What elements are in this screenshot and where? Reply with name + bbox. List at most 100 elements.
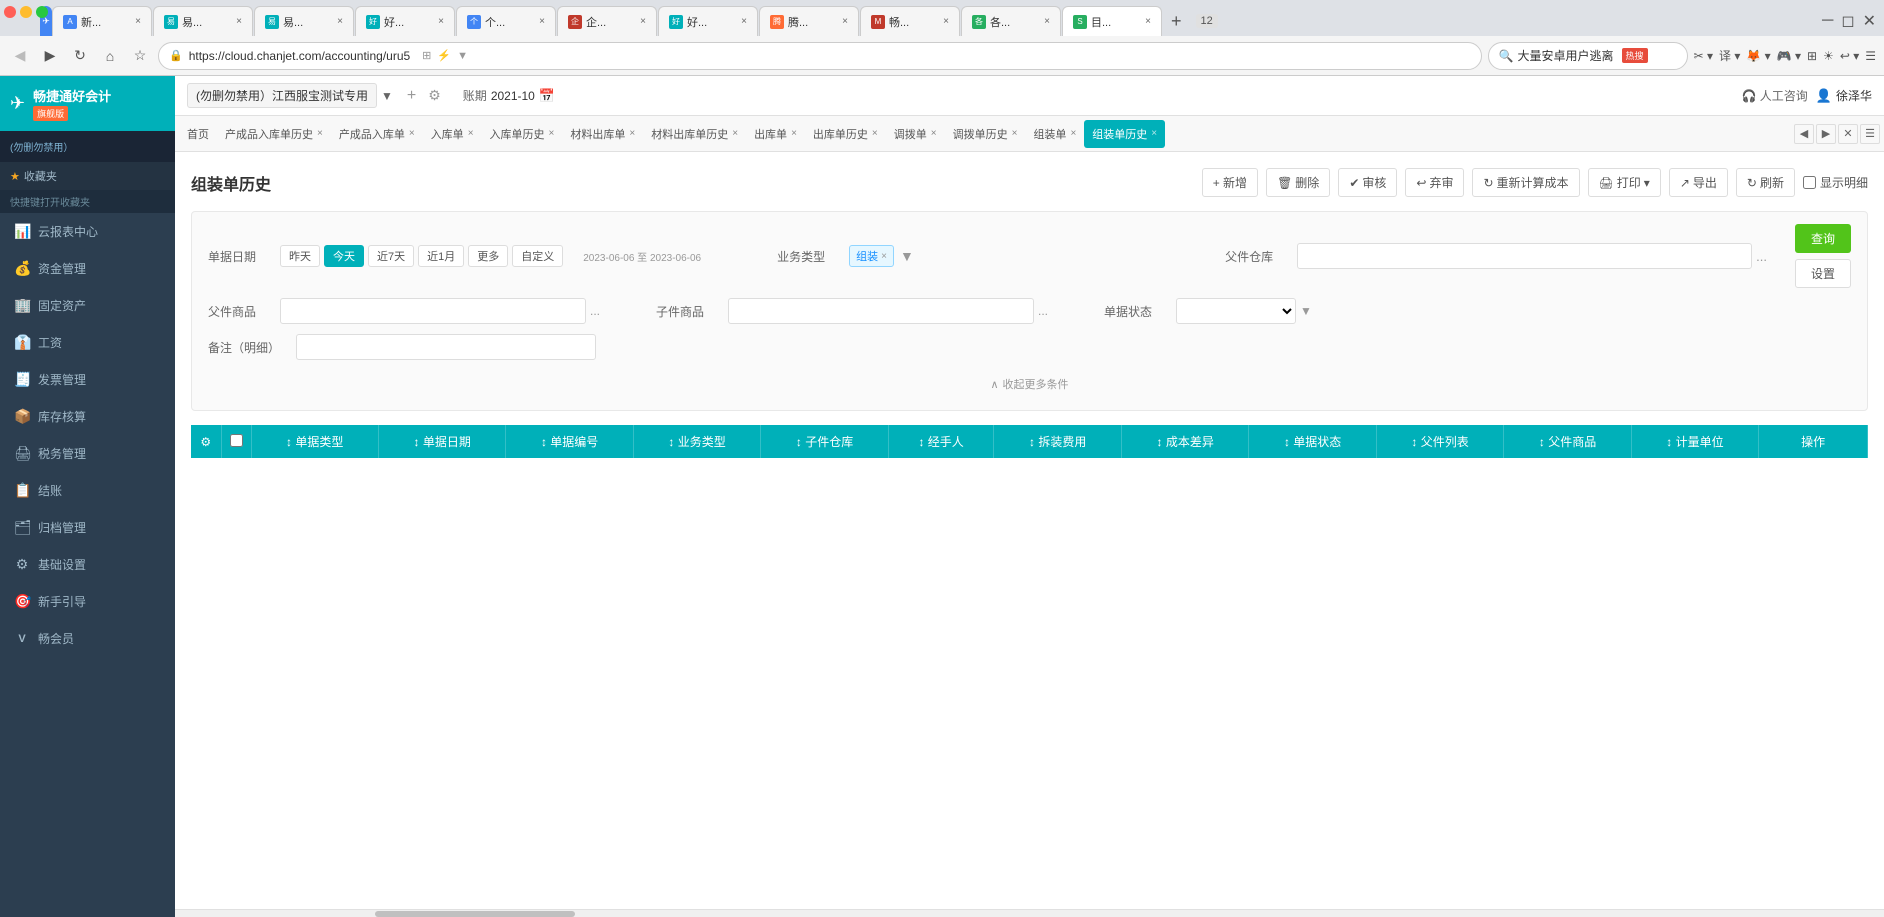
tab-prod-in-close[interactable]: × <box>409 128 415 139</box>
tab-home[interactable]: 首页 <box>179 126 217 142</box>
tab-prod-in-hist-close[interactable]: × <box>317 128 323 139</box>
sidebar-item-guide[interactable]: 🎯 新手引导 <box>0 583 175 620</box>
fox-icon[interactable]: 🦊 ▾ <box>1746 49 1770 63</box>
sidebar-item-inventory[interactable]: 📦 库存核算 <box>0 398 175 435</box>
tab-4[interactable]: 好 好... × <box>355 6 455 36</box>
sidebar-item-tax[interactable]: 🖨 税务管理 <box>0 435 175 472</box>
tab-mat-out-hist[interactable]: 材料出库单历史 × <box>643 120 746 148</box>
tab-1[interactable]: A 新... × <box>52 6 152 36</box>
th-settings[interactable]: ⚙ <box>191 425 221 458</box>
parent-warehouse-input[interactable] <box>1297 243 1752 269</box>
window-close-btn[interactable] <box>4 6 16 18</box>
sidebar-favorites[interactable]: ★ 收藏夹 <box>0 162 175 190</box>
sidebar-item-invoice[interactable]: 🧾 发票管理 <box>0 361 175 398</box>
tab-in-order[interactable]: 入库单 × <box>423 120 482 148</box>
show-detail-label[interactable]: 显示明细 <box>1803 174 1868 191</box>
sidebar-item-vip[interactable]: V 畅会员 <box>0 620 175 657</box>
sidebar-item-salary[interactable]: 👔 工资 <box>0 324 175 361</box>
tab-9-close[interactable]: × <box>943 16 949 27</box>
add-company-btn[interactable]: + <box>407 87 416 105</box>
cut-icon[interactable]: ✂ ▾ <box>1694 49 1713 63</box>
tab-in-order-close[interactable]: × <box>468 128 474 139</box>
tab-11[interactable]: S 目... × <box>1062 6 1162 36</box>
tab-3-close[interactable]: × <box>337 16 343 27</box>
tab-mat-out-hist-close[interactable]: × <box>732 128 738 139</box>
tab-out-hist-close[interactable]: × <box>872 128 878 139</box>
collapse-bar[interactable]: ∧ 收起更多条件 <box>208 370 1851 398</box>
print-btn[interactable]: 🖨 打印 ▾ <box>1588 168 1661 197</box>
tab-2-close[interactable]: × <box>236 16 242 27</box>
grid-icon[interactable]: ⊞ <box>1807 49 1817 63</box>
tab-5-close[interactable]: × <box>539 16 545 27</box>
tab-in-hist[interactable]: 入库单历史 × <box>482 120 563 148</box>
game-icon[interactable]: 🎮 ▾ <box>1777 49 1801 63</box>
sidebar-item-fund[interactable]: 💰 资金管理 <box>0 250 175 287</box>
biz-type-tag-close[interactable]: × <box>881 251 887 262</box>
status-select[interactable] <box>1176 298 1296 324</box>
address-bar[interactable]: 🔒 https://cloud.chanjet.com/accounting/u… <box>158 42 1482 70</box>
service-btn[interactable]: 🎧 人工咨询 <box>1742 87 1808 104</box>
date-btn-today[interactable]: 今天 <box>324 245 364 267</box>
settings-btn[interactable]: 设置 <box>1795 259 1851 288</box>
sidebar-item-archive[interactable]: 🗂 归档管理 <box>0 509 175 546</box>
window-minimize-btn[interactable] <box>20 6 32 18</box>
tab-assemble-hist[interactable]: 调拨单历史 × <box>945 120 1026 148</box>
tab-9[interactable]: M 畅... × <box>860 6 960 36</box>
home-btn[interactable]: ⌂ <box>98 44 122 68</box>
tab-assemble-close[interactable]: × <box>931 128 937 139</box>
tab-kit-close[interactable]: × <box>1070 128 1076 139</box>
tab-scroll-left[interactable]: ◀ <box>1794 124 1814 144</box>
tab-out-hist[interactable]: 出库单历史 × <box>805 120 886 148</box>
tab-out-order[interactable]: 出库单 × <box>746 120 805 148</box>
parent-goods-input[interactable] <box>280 298 586 324</box>
parent-goods-more[interactable]: ... <box>590 304 600 318</box>
sidebar-item-report[interactable]: 📊 云报表中心 <box>0 213 175 250</box>
add-btn[interactable]: + 新增 <box>1202 168 1258 197</box>
tab-assemble[interactable]: 调拨单 × <box>886 120 945 148</box>
settings-gear[interactable]: ⚙ <box>428 87 441 104</box>
tab-10[interactable]: 各 各... × <box>961 6 1061 36</box>
window-maximize-btn[interactable] <box>36 6 48 18</box>
abandon-btn[interactable]: ↩ 弃审 <box>1405 168 1464 197</box>
address-dropdown[interactable]: ▼ <box>457 50 468 62</box>
date-btn-7days[interactable]: 近7天 <box>368 245 414 267</box>
sidebar-item-checkout[interactable]: 📋 结账 <box>0 472 175 509</box>
audit-btn[interactable]: ✔ 审核 <box>1338 168 1397 197</box>
date-btn-1month[interactable]: 近1月 <box>418 245 464 267</box>
column-settings-icon[interactable]: ⚙ <box>200 435 211 449</box>
note-input[interactable] <box>296 334 596 360</box>
tab-5[interactable]: 个 个... × <box>456 6 556 36</box>
bookmark-btn[interactable]: ☆ <box>128 44 152 68</box>
tab-6-close[interactable]: × <box>640 16 646 27</box>
th-checkbox[interactable] <box>221 425 251 458</box>
undo-icon[interactable]: ↩ ▾ <box>1840 49 1859 63</box>
delete-btn[interactable]: 🗑 删除 <box>1266 168 1330 197</box>
tab-8-close[interactable]: × <box>842 16 848 27</box>
translate-icon[interactable]: 译 ▾ <box>1719 47 1740 64</box>
tab-close-all[interactable]: ✕ <box>1838 124 1858 144</box>
tab-kit-hist-close[interactable]: × <box>1151 128 1157 139</box>
tab-8[interactable]: 腾 腾... × <box>759 6 859 36</box>
tab-7-close[interactable]: × <box>741 16 747 27</box>
tab-mat-out-close[interactable]: × <box>629 128 635 139</box>
print-dropdown[interactable]: ▾ <box>1644 176 1650 190</box>
date-btn-yesterday[interactable]: 昨天 <box>280 245 320 267</box>
child-goods-more[interactable]: ... <box>1038 304 1048 318</box>
export-btn[interactable]: ↗ 导出 <box>1669 168 1728 197</box>
win-close[interactable]: ✕ <box>1863 11 1876 31</box>
date-btn-custom[interactable]: 自定义 <box>512 245 563 267</box>
horizontal-scrollbar[interactable] <box>175 909 1884 917</box>
tab-out-order-close[interactable]: × <box>791 128 797 139</box>
menu-icon[interactable]: ☰ <box>1865 49 1876 63</box>
child-goods-input[interactable] <box>728 298 1034 324</box>
sidebar-item-asset[interactable]: 🏢 固定资产 <box>0 287 175 324</box>
search-box[interactable]: 🔍 大量安卓用户逃离 热搜 <box>1488 42 1688 70</box>
status-dropdown[interactable]: ▼ <box>1300 304 1312 318</box>
tab-more[interactable]: ☰ <box>1860 124 1880 144</box>
tab-11-close[interactable]: × <box>1145 16 1151 27</box>
query-btn[interactable]: 查询 <box>1795 224 1851 253</box>
tab-4-close[interactable]: × <box>438 16 444 27</box>
win-minimize[interactable]: ─ <box>1822 12 1833 30</box>
back-btn[interactable]: ◀ <box>8 44 32 68</box>
tab-prod-in[interactable]: 产成品入库单 × <box>331 120 423 148</box>
